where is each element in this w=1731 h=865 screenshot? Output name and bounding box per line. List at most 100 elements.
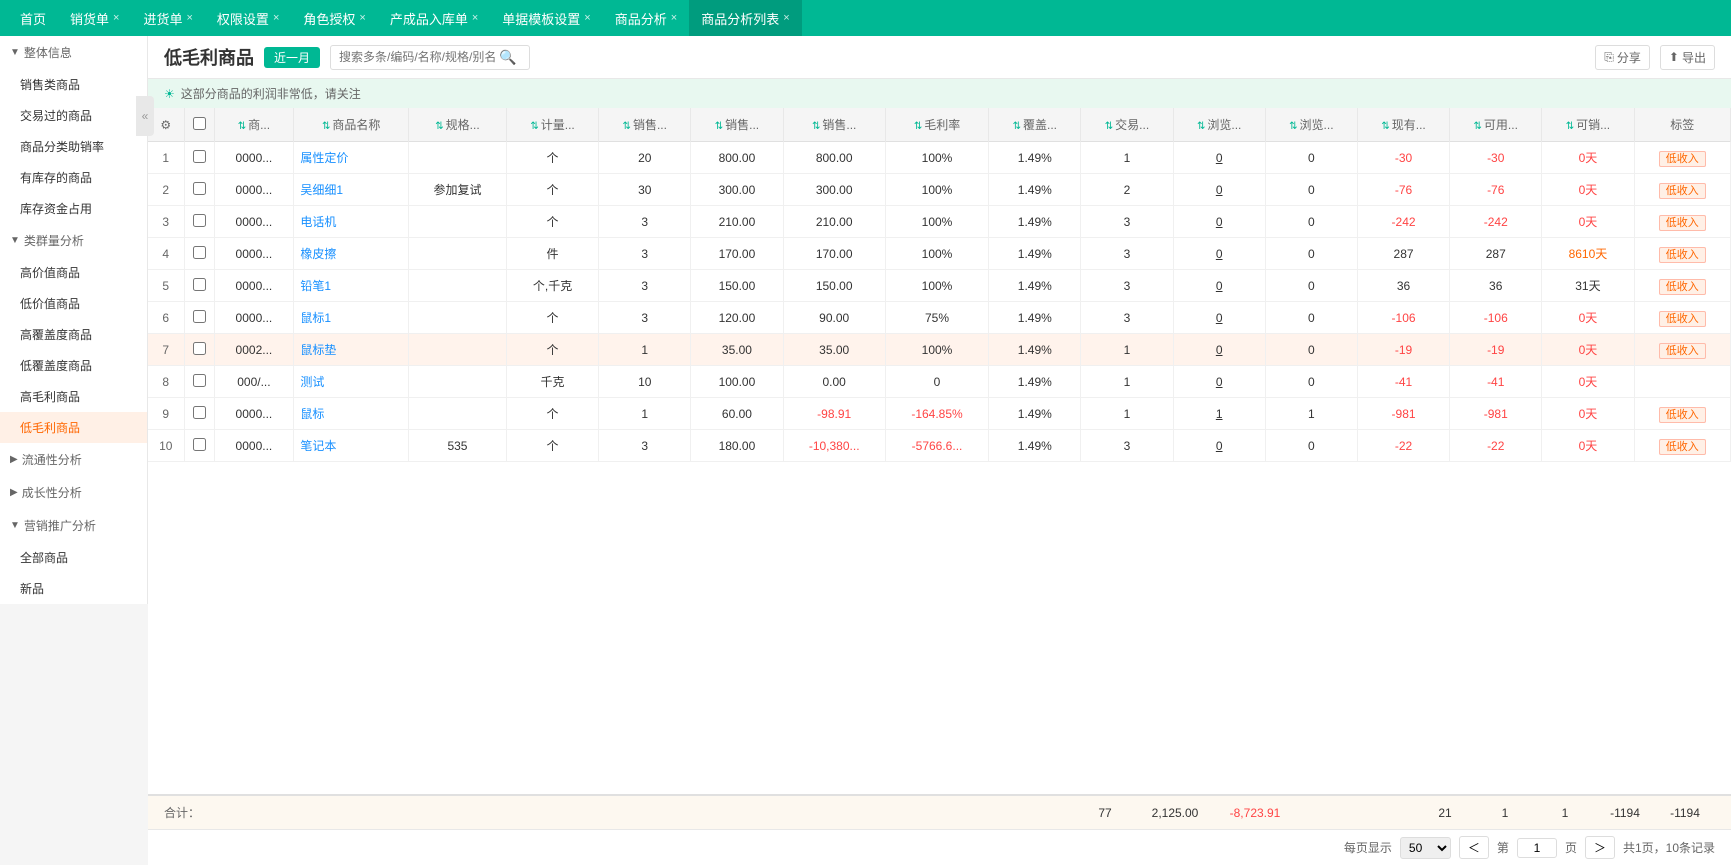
next-page-button[interactable]: ＞ [1585, 836, 1615, 859]
cell-checkbox[interactable] [184, 142, 214, 174]
sidebar-item-high-coverage[interactable]: 高覆盖度商品 [0, 319, 147, 350]
cell-checkbox[interactable] [184, 238, 214, 270]
sidebar-group-marketing[interactable]: ▼ 营销推广分析 [0, 509, 147, 542]
cell-name[interactable]: 鼠标垫 [294, 334, 409, 366]
row-checkbox[interactable] [193, 182, 206, 195]
cell-name[interactable]: 鼠标1 [294, 302, 409, 334]
row-checkbox[interactable] [193, 278, 206, 291]
cell-view1[interactable]: 1 [1173, 398, 1265, 430]
row-checkbox[interactable] [193, 438, 206, 451]
search-icon[interactable]: 🔍 [499, 49, 516, 66]
cell-view1[interactable]: 0 [1173, 142, 1265, 174]
cell-checkbox[interactable] [184, 334, 214, 366]
page-input[interactable] [1517, 838, 1557, 858]
sidebar-item-low-coverage[interactable]: 低覆盖度商品 [0, 350, 147, 381]
cell-name[interactable]: 电话机 [294, 206, 409, 238]
nav-product-analysis-list-close[interactable]: × [783, 12, 789, 24]
col-tag[interactable]: 标签 [1634, 108, 1730, 142]
sidebar-item-traded-products[interactable]: 交易过的商品 [0, 100, 147, 131]
sidebar-item-new-products[interactable]: 新品 [0, 573, 147, 604]
cell-checkbox[interactable] [184, 174, 214, 206]
sidebar-group-growth[interactable]: ▶ 成长性分析 [0, 476, 147, 509]
sidebar-collapse-button[interactable]: « [136, 96, 154, 136]
col-sales-price[interactable]: ⇅销售... [691, 108, 783, 142]
nav-product-analysis[interactable]: 商品分析 × [603, 0, 689, 36]
cell-name[interactable]: 属性定价 [294, 142, 409, 174]
cell-name[interactable]: 笔记本 [294, 430, 409, 462]
sidebar-item-sales-products[interactable]: 销售类商品 [0, 69, 147, 100]
nav-product-entry-close[interactable]: × [472, 12, 478, 24]
nav-sales-close[interactable]: × [113, 12, 119, 24]
col-checkbox[interactable] [184, 108, 214, 142]
sidebar-item-category-rate[interactable]: 商品分类助销率 [0, 131, 147, 162]
nav-product-analysis-close[interactable]: × [671, 12, 677, 24]
col-gross-margin[interactable]: ⇅毛利率 [885, 108, 988, 142]
export-button[interactable]: ⬆ 导出 [1660, 45, 1715, 70]
cell-checkbox[interactable] [184, 302, 214, 334]
col-view1[interactable]: ⇅浏览... [1173, 108, 1265, 142]
cell-checkbox[interactable] [184, 430, 214, 462]
select-all-checkbox[interactable] [193, 117, 206, 130]
col-transaction[interactable]: ⇅交易... [1081, 108, 1173, 142]
col-available-stock[interactable]: ⇅可用... [1450, 108, 1542, 142]
cell-view1[interactable]: 0 [1173, 270, 1265, 302]
cell-name[interactable]: 测试 [294, 366, 409, 398]
nav-role-auth[interactable]: 角色授权 × [291, 0, 377, 36]
sidebar-group-overall[interactable]: ▼ 整体信息 [0, 36, 147, 69]
cell-view1[interactable]: 0 [1173, 302, 1265, 334]
nav-sales[interactable]: 销货单 × [58, 0, 131, 36]
cell-view1[interactable]: 0 [1173, 334, 1265, 366]
share-button[interactable]: ⎘ 分享 [1595, 45, 1650, 70]
nav-purchase[interactable]: 进货单 × [131, 0, 204, 36]
cell-name[interactable]: 铅笔1 [294, 270, 409, 302]
nav-template-close[interactable]: × [584, 12, 590, 24]
cell-name[interactable]: 橡皮擦 [294, 238, 409, 270]
data-table-container[interactable]: ⚙ ⇅商... ⇅商品名称 ⇅规格... ⇅计量... ⇅销售... ⇅销售..… [148, 108, 1731, 794]
search-input[interactable] [339, 50, 499, 64]
nav-permissions-close[interactable]: × [273, 12, 279, 24]
cell-view1[interactable]: 0 [1173, 366, 1265, 398]
cell-checkbox[interactable] [184, 398, 214, 430]
col-current-stock[interactable]: ⇅现有... [1357, 108, 1449, 142]
nav-purchase-close[interactable]: × [186, 12, 192, 24]
nav-product-entry[interactable]: 产成品入库单 × [378, 0, 490, 36]
nav-product-analysis-list[interactable]: 商品分析列表 × [689, 0, 801, 36]
nav-role-auth-close[interactable]: × [359, 12, 365, 24]
col-name[interactable]: ⇅商品名称 [294, 108, 409, 142]
cell-view1[interactable]: 0 [1173, 238, 1265, 270]
col-spec[interactable]: ⇅规格... [408, 108, 506, 142]
row-checkbox[interactable] [193, 150, 206, 163]
sidebar-item-low-margin[interactable]: 低毛利商品 [0, 412, 147, 443]
row-checkbox[interactable] [193, 246, 206, 259]
sidebar-item-high-margin[interactable]: 高毛利商品 [0, 381, 147, 412]
col-saleable-days[interactable]: ⇅可销... [1542, 108, 1634, 142]
col-view2[interactable]: ⇅浏览... [1265, 108, 1357, 142]
nav-permissions[interactable]: 权限设置 × [205, 0, 291, 36]
nav-home[interactable]: 首页 [8, 0, 58, 36]
row-checkbox[interactable] [193, 342, 206, 355]
col-sales-amount[interactable]: ⇅销售... [783, 108, 885, 142]
row-checkbox[interactable] [193, 374, 206, 387]
settings-icon[interactable]: ⚙ [160, 118, 171, 132]
cell-name[interactable]: 鼠标 [294, 398, 409, 430]
cell-view1[interactable]: 0 [1173, 430, 1265, 462]
cell-checkbox[interactable] [184, 206, 214, 238]
col-unit[interactable]: ⇅计量... [506, 108, 598, 142]
sidebar-group-cluster[interactable]: ▼ 类群量分析 [0, 224, 147, 257]
sidebar-item-low-value[interactable]: 低价值商品 [0, 288, 147, 319]
sidebar-item-in-stock[interactable]: 有库存的商品 [0, 162, 147, 193]
col-sales-qty[interactable]: ⇅销售... [599, 108, 691, 142]
cell-name[interactable]: 吴细细1 [294, 174, 409, 206]
sidebar-item-all-products[interactable]: 全部商品 [0, 542, 147, 573]
cell-view1[interactable]: 0 [1173, 174, 1265, 206]
nav-template-settings[interactable]: 单据模板设置 × [490, 0, 602, 36]
row-checkbox[interactable] [193, 214, 206, 227]
sidebar-item-high-value[interactable]: 高价值商品 [0, 257, 147, 288]
per-page-select[interactable]: 50 100 200 [1400, 837, 1451, 859]
sidebar-item-stock-capital[interactable]: 库存资金占用 [0, 193, 147, 224]
period-button[interactable]: 近一月 [264, 47, 320, 68]
cell-checkbox[interactable] [184, 270, 214, 302]
cell-checkbox[interactable] [184, 366, 214, 398]
row-checkbox[interactable] [193, 310, 206, 323]
col-code[interactable]: ⇅商... [214, 108, 294, 142]
